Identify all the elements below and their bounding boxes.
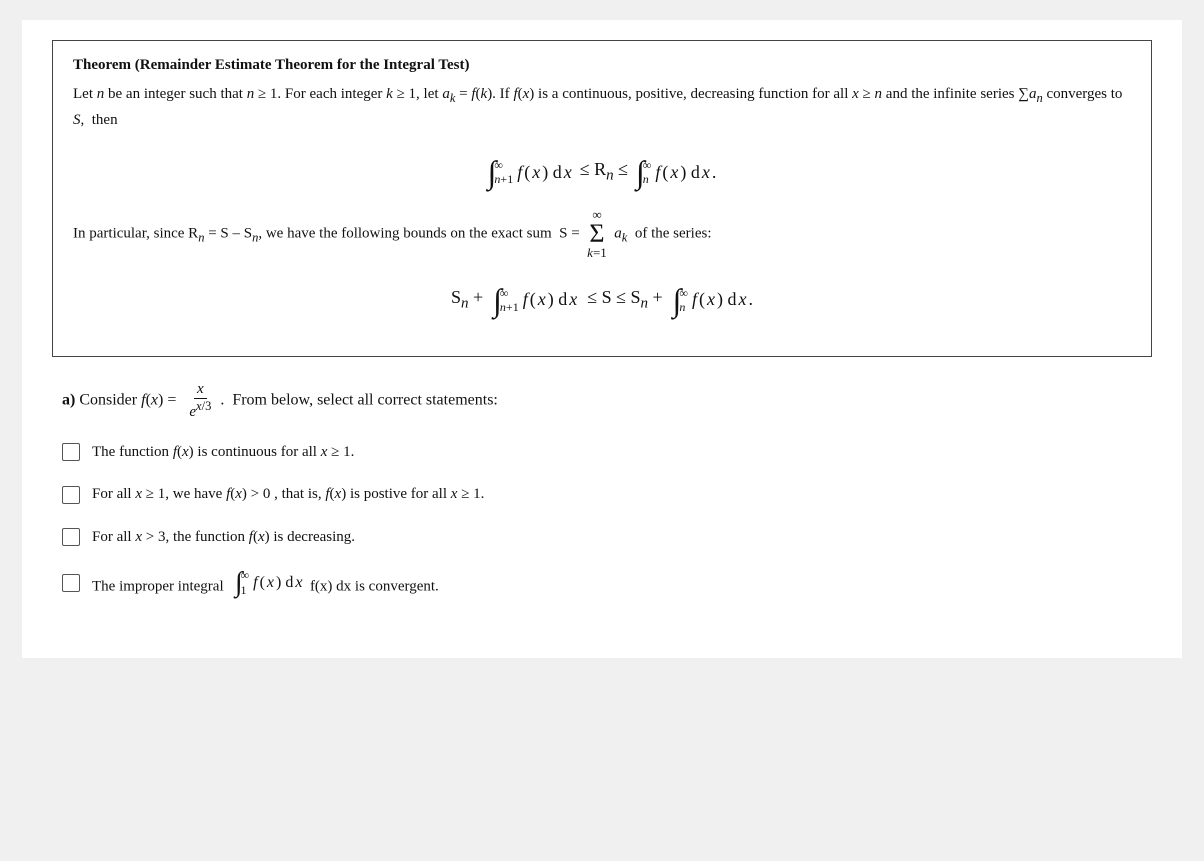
checkbox-3[interactable] [62,528,80,546]
part-a-title: a) Consider f(x) = x ex/3 . From below, … [62,381,1142,421]
checkbox-label-2: For all x ≥ 1, we have f(x) > 0 , that i… [92,483,484,506]
integral-improper: ∫ ∞ 1 f(x) dx [235,568,303,597]
checkbox-label-4: The improper integral ∫ ∞ 1 f(x) dx f(x)… [92,568,439,598]
checkbox-1[interactable] [62,443,80,461]
fraction-fx: x ex/3 [186,381,214,421]
theorem-particular: In particular, since Rn = S – Sn, we hav… [73,208,1131,260]
integral-right: ∫ ∞ n f(x) dx. [636,156,716,188]
improper-integral-text: The improper integral [92,579,224,595]
theorem-title: Theorem (Remainder Estimate Theorem for … [73,57,1131,74]
equation-2: Sn + ∫ ∞ n+1 f(x) dx ≤ S ≤ Sn + ∫ ∞ n [73,284,1131,316]
checkbox-label-1: The function f(x) is continuous for all … [92,441,354,464]
integral-lower-left: ∫ ∞ n+1 f(x) dx [493,284,577,316]
page: Theorem (Remainder Estimate Theorem for … [22,20,1182,658]
checkbox-4[interactable] [62,574,80,592]
equation-1: ∫ ∞ n+1 f(x) dx ≤ Rn ≤ ∫ ∞ n f(x) dx. [73,156,1131,188]
checkbox-item-1[interactable]: The function f(x) is continuous for all … [62,441,1142,464]
improper-integral-suffix: f(x) dx is convergent. [310,579,439,595]
theorem-box: Theorem (Remainder Estimate Theorem for … [52,40,1152,357]
integral-left: ∫ ∞ n+1 f(x) dx [488,156,572,188]
checkbox-2[interactable] [62,486,80,504]
checkbox-label-3: For all x > 3, the function f(x) is decr… [92,526,355,549]
theorem-intro: Let n be an integer such that n ≥ 1. For… [73,82,1131,132]
part-a-section: a) Consider f(x) = x ex/3 . From below, … [52,381,1152,598]
checkbox-item-3[interactable]: For all x > 3, the function f(x) is decr… [62,526,1142,549]
part-label: a) [62,392,75,409]
integral-lower-right: ∫ ∞ n f(x) dx. [673,284,753,316]
checkbox-item-4[interactable]: The improper integral ∫ ∞ 1 f(x) dx f(x)… [62,568,1142,598]
checkbox-item-2[interactable]: For all x ≥ 1, we have f(x) > 0 , that i… [62,483,1142,506]
